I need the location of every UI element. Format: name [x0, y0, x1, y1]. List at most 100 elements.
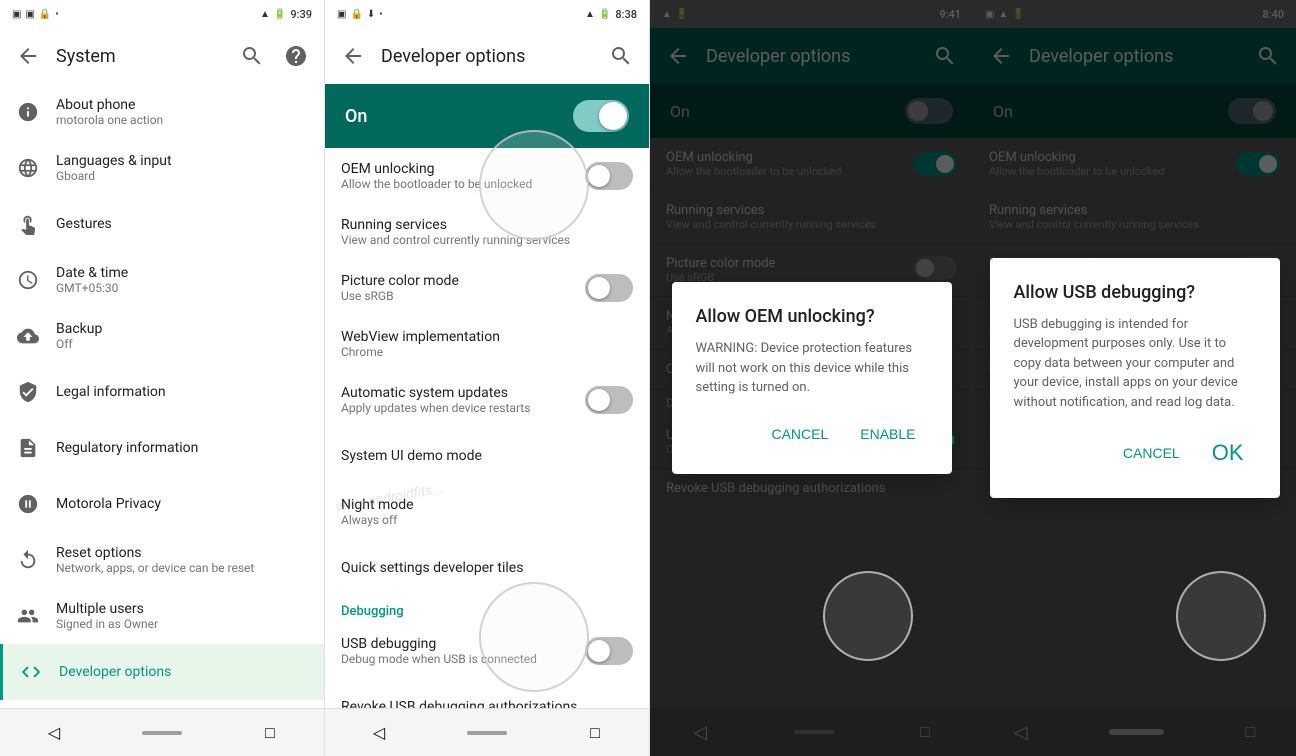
status-right-2: ▲ 🔋 8:38	[585, 8, 637, 21]
sidebar-item-developer[interactable]: Developer options	[0, 644, 324, 700]
regulatory-label: Regulatory information	[56, 440, 198, 456]
regulatory-text: Regulatory information	[56, 440, 198, 456]
nav-recent-2[interactable]: □	[575, 713, 615, 753]
developer-icon	[19, 660, 43, 684]
reset-text: Reset options Network, apps, or device c…	[56, 545, 254, 575]
colormode-thumb	[588, 277, 610, 299]
nav-back-2[interactable]: ◁	[359, 713, 399, 753]
oem-cancel-button[interactable]: Cancel	[759, 418, 840, 450]
oem-dialog: Allow OEM unlocking? WARNING: Device pro…	[672, 282, 952, 474]
dev-item-uidemo[interactable]: System UI demo mode	[325, 428, 649, 484]
dev-item-nightmode[interactable]: Night mode Always off	[325, 484, 649, 540]
bottom-nav-1: ◁ □	[0, 708, 324, 756]
gestures-label: Gestures	[56, 216, 112, 232]
about-text: About phone motorola one action	[56, 97, 163, 127]
oem-dialog-actions: Cancel Enable	[696, 418, 928, 450]
battery-icon: 🔋	[274, 9, 286, 20]
nav-back-1[interactable]: ◁	[34, 713, 74, 753]
nav-indicator-2	[467, 731, 507, 735]
reset-label: Reset options	[56, 545, 254, 561]
autoupdate-sub: Apply updates when device restarts	[341, 401, 585, 415]
backup-sub: Off	[56, 337, 102, 351]
uidemo-label: System UI demo mode	[341, 448, 633, 464]
nightmode-text: Night mode Always off	[341, 497, 633, 527]
ok-btn-circle	[1176, 571, 1266, 661]
wifi-icon: ▲	[260, 9, 270, 20]
oem-enable-button[interactable]: Enable	[848, 418, 927, 450]
backup-text: Backup Off	[56, 321, 102, 351]
dev-page-title: Developer options	[381, 46, 593, 67]
panel-usb-dialog: ▣ ▲ 🔋 8:40 Developer options On	[973, 0, 1296, 756]
time-display: 9:39	[290, 8, 312, 21]
languages-sub: Gboard	[56, 169, 172, 183]
help-button[interactable]	[276, 36, 316, 76]
toggle-thumb	[599, 102, 627, 130]
toggle-circle-highlight	[479, 130, 589, 240]
oem-dialog-body: WARNING: Device protection features will…	[696, 339, 928, 398]
dev-item-webview[interactable]: WebView implementation Chrome	[325, 316, 649, 372]
oem-toggle[interactable]	[585, 162, 633, 190]
battery-icon-2: 🔋	[599, 9, 611, 20]
privacy-icon	[16, 492, 40, 516]
users-icon	[16, 604, 40, 628]
legal-label: Legal information	[56, 384, 166, 400]
gesture-icon	[16, 212, 40, 236]
dev-back-button[interactable]	[333, 36, 373, 76]
dot-icon: •	[55, 9, 58, 20]
sim-icon: ▣	[12, 9, 21, 20]
backup-icon	[16, 324, 40, 348]
users-label: Multiple users	[56, 601, 158, 617]
usb-dialog-title: Allow USB debugging?	[1014, 282, 1256, 303]
search-button[interactable]	[232, 36, 272, 76]
status-icons-right: ▲ 🔋 9:39	[260, 8, 312, 21]
legal-icon	[16, 380, 40, 404]
colormode-label: Picture color mode	[341, 273, 585, 289]
sidebar-item-users[interactable]: Multiple users Signed in as Owner	[0, 588, 324, 644]
header-actions	[232, 36, 316, 76]
sidebar-list: About phone motorola one action Language…	[0, 84, 324, 708]
circle-highlight-oem	[479, 130, 589, 240]
dot-icon-2: •	[379, 9, 382, 20]
status-bar-2: ▣ 🔒 ⬇ • ▲ 🔋 8:38	[325, 0, 649, 28]
sidebar-item-regulatory[interactable]: Regulatory information	[0, 420, 324, 476]
usb-ok-button[interactable]: OK	[1200, 432, 1256, 474]
wifi-icon-2: ▲	[585, 9, 595, 20]
dl-icon-2: ⬇	[367, 9, 375, 20]
usb-toggle[interactable]	[585, 637, 633, 665]
sidebar-item-about[interactable]: About phone motorola one action	[0, 84, 324, 140]
sidebar-item-legal[interactable]: Legal information	[0, 364, 324, 420]
sidebar-item-languages[interactable]: Languages & input Gboard	[0, 140, 324, 196]
sidebar-item-backup[interactable]: Backup Off	[0, 308, 324, 364]
sidebar-item-reset[interactable]: Reset options Network, apps, or device c…	[0, 532, 324, 588]
colormode-toggle[interactable]	[585, 274, 633, 302]
sidebar-item-privacy[interactable]: Motorola Privacy	[0, 476, 324, 532]
panel-developer: ▣ 🔒 ⬇ • ▲ 🔋 8:38 Developer options On ww…	[325, 0, 650, 756]
main-toggle[interactable]	[573, 100, 629, 132]
usb-dialog-actions: Cancel OK	[1014, 432, 1256, 474]
languages-text: Languages & input Gboard	[56, 153, 172, 183]
sim2-icon: ▣	[25, 9, 34, 20]
sidebar-item-sysupdate[interactable]: System updates Updated to Android 9	[0, 700, 324, 708]
sidebar-item-gestures[interactable]: Gestures	[0, 196, 324, 252]
developer-text: Developer options	[59, 664, 171, 680]
usb-dialog-body: USB debugging is intended for developmen…	[1014, 315, 1256, 413]
about-label: About phone	[56, 97, 163, 113]
quicktiles-label: Quick settings developer tiles	[341, 560, 633, 576]
dev-search-button[interactable]	[601, 36, 641, 76]
usb-dialog-overlay: Allow USB debugging? USB debugging is in…	[973, 0, 1296, 756]
back-button[interactable]	[8, 36, 48, 76]
datetime-sub: GMT+05:30	[56, 281, 128, 295]
circle-highlight-usb	[479, 582, 589, 692]
autoupdate-toggle[interactable]	[585, 386, 633, 414]
info-icon	[16, 100, 40, 124]
sidebar-item-datetime[interactable]: Date & time GMT+05:30	[0, 252, 324, 308]
page-title: System	[56, 46, 224, 67]
nav-recent-1[interactable]: □	[250, 713, 290, 753]
legal-text: Legal information	[56, 384, 166, 400]
usb-circle-highlight	[479, 582, 589, 692]
dev-item-autoupdate[interactable]: Automatic system updates Apply updates w…	[325, 372, 649, 428]
dev-item-colormode[interactable]: Picture color mode Use sRGB	[325, 260, 649, 316]
usb-cancel-button[interactable]: Cancel	[1111, 432, 1192, 474]
backup-label: Backup	[56, 321, 102, 337]
colormode-sub: Use sRGB	[341, 289, 585, 303]
